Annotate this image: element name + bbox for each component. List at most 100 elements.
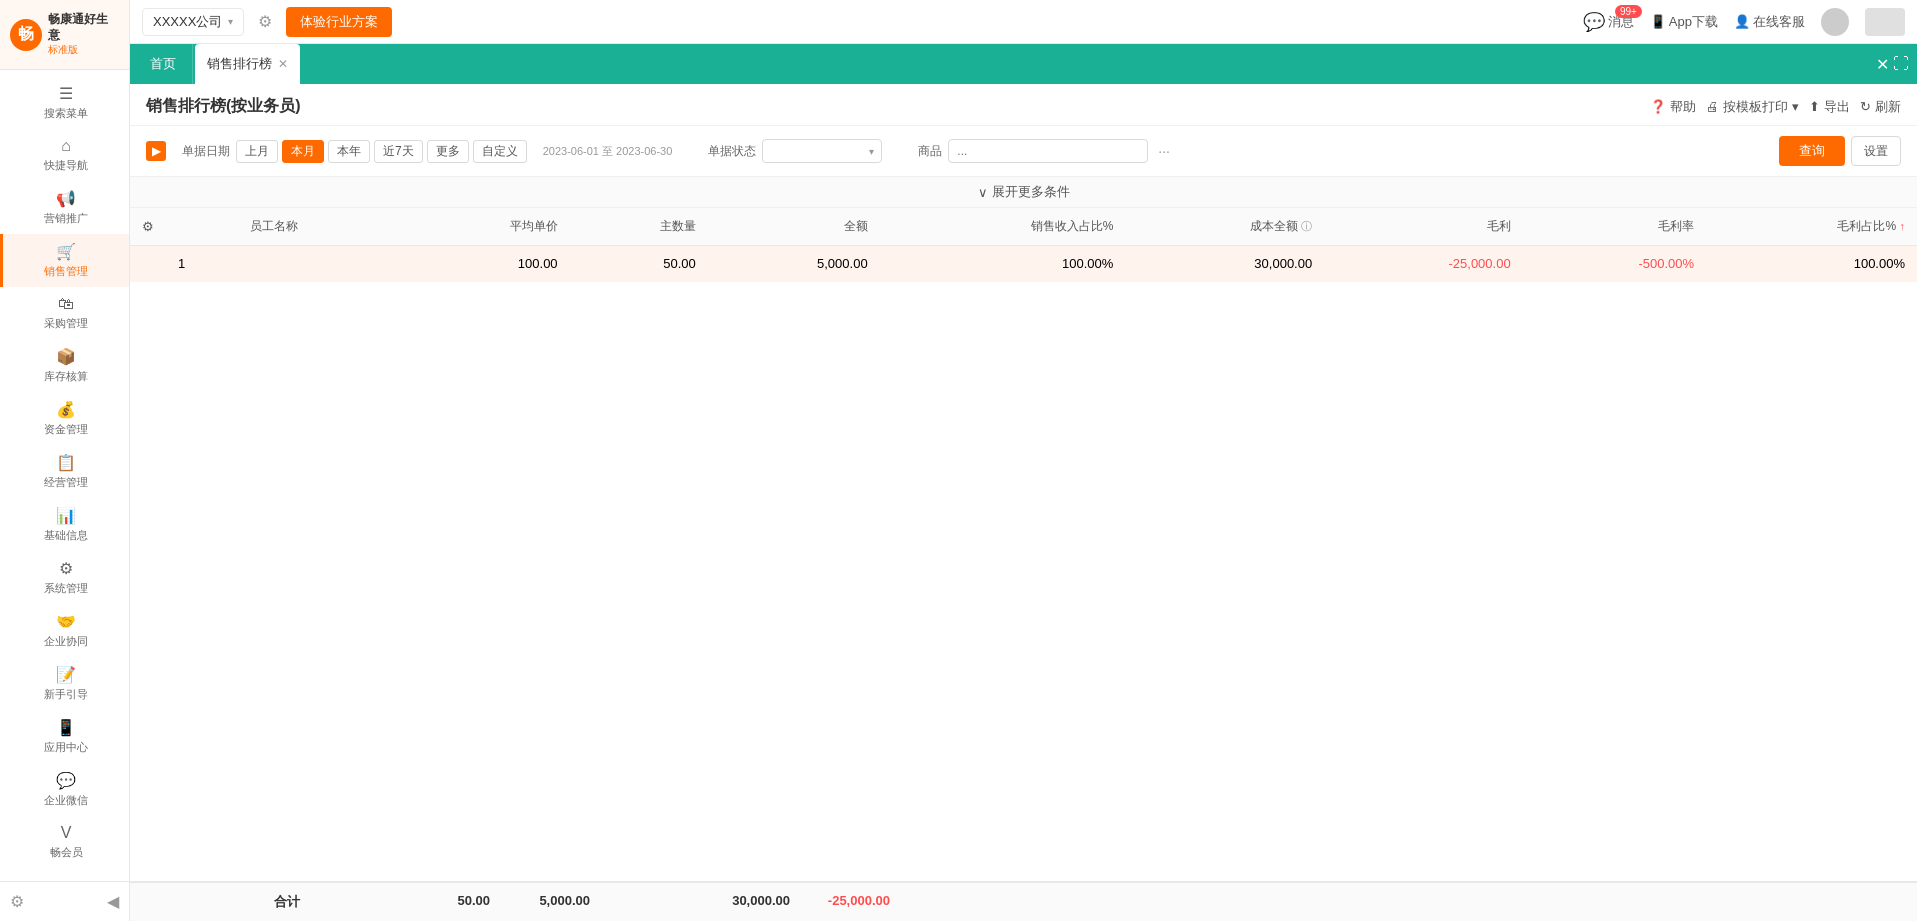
sidebar: 畅 畅康通好生意 标准版 ☰ 搜索菜单 ⌂ 快捷导航 📢 营销推广 🛒 销售管理… bbox=[0, 0, 130, 921]
enterprise-label: 企业协同 bbox=[44, 634, 88, 649]
filter-bar: ▶ 单据日期 上月 本月 本年 近7天 更多 自定义 2023-06-01 至 … bbox=[130, 126, 1917, 177]
topbar-right: 💬 消息 99+ 📱 App下载 👤 在线客服 bbox=[1583, 8, 1905, 36]
enterprise-icon: 🤝 bbox=[56, 612, 76, 631]
filter-status-select-wrap bbox=[762, 139, 882, 163]
tab-close-icon[interactable]: ✕ bbox=[278, 57, 288, 71]
sidebar-item-apps[interactable]: 📱 应用中心 bbox=[0, 710, 129, 763]
filter-this-year-btn[interactable]: 本年 bbox=[328, 140, 370, 163]
expand-more-button[interactable]: ∨ 展开更多条件 bbox=[978, 183, 1070, 201]
footer-cost-amount: 30,000.00 bbox=[702, 893, 802, 911]
sidebar-settings-icon[interactable]: ⚙ bbox=[10, 892, 24, 911]
help-button[interactable]: ❓ 帮助 bbox=[1650, 98, 1696, 116]
td-profit-rate: -500.00% bbox=[1523, 246, 1706, 282]
td-profit: -25,000.00 bbox=[1324, 246, 1522, 282]
message-button[interactable]: 💬 消息 99+ bbox=[1583, 11, 1634, 33]
filter-7days-btn[interactable]: 近7天 bbox=[374, 140, 423, 163]
filter-status-select[interactable] bbox=[762, 139, 882, 163]
app-download-button[interactable]: 📱 App下载 bbox=[1650, 13, 1718, 31]
sidebar-item-guide[interactable]: 📝 新手引导 bbox=[0, 657, 129, 710]
expand-icon: ∨ bbox=[978, 185, 988, 200]
sidebar-item-finance[interactable]: 💰 资金管理 bbox=[0, 392, 129, 445]
footer-label-text: 合计 bbox=[262, 893, 342, 911]
sidebar-item-purchase[interactable]: 🛍 采购管理 bbox=[0, 287, 129, 339]
filter-goods-more-icon[interactable]: ··· bbox=[1158, 143, 1170, 159]
page-header: 销售排行榜(按业务员) ❓ 帮助 🖨 按模板打印 ▾ ⬆ 导出 bbox=[130, 84, 1917, 126]
sidebar-item-basic[interactable]: 📊 基础信息 bbox=[0, 498, 129, 551]
tabbar-fullscreen-button[interactable]: ⛶ bbox=[1893, 55, 1909, 73]
logo-icon: 畅 bbox=[10, 19, 42, 51]
sales-label: 销售管理 bbox=[44, 264, 88, 279]
basic-icon: 📊 bbox=[56, 506, 76, 525]
sidebar-item-search[interactable]: ☰ 搜索菜单 bbox=[0, 76, 129, 129]
sidebar-item-enterprise[interactable]: 🤝 企业协同 bbox=[0, 604, 129, 657]
tab-home[interactable]: 首页 bbox=[134, 44, 193, 84]
settings-button[interactable]: 设置 bbox=[1851, 136, 1901, 166]
filter-last-month-btn[interactable]: 上月 bbox=[236, 140, 278, 163]
tabbar-close-button[interactable]: ✕ bbox=[1876, 55, 1889, 74]
purchase-label: 采购管理 bbox=[44, 316, 88, 331]
inventory-icon: 📦 bbox=[56, 347, 76, 366]
content-area: 销售排行榜(按业务员) ❓ 帮助 🖨 按模板打印 ▾ ⬆ 导出 bbox=[130, 84, 1917, 921]
tab-sales-ranking[interactable]: 销售排行榜 ✕ bbox=[195, 44, 300, 84]
online-service-button[interactable]: 👤 在线客服 bbox=[1734, 13, 1805, 31]
filter-custom-btn[interactable]: 自定义 bbox=[473, 140, 527, 163]
help-icon: ❓ bbox=[1650, 99, 1666, 114]
topbar-gear-icon[interactable]: ⚙ bbox=[254, 8, 276, 35]
filter-status-group: 单据状态 bbox=[708, 139, 882, 163]
filter-date-range-group: 2023-06-01 至 2023-06-30 bbox=[543, 144, 673, 159]
basic-label: 基础信息 bbox=[44, 528, 88, 543]
search-label: 搜索菜单 bbox=[44, 106, 88, 121]
logo-text: 畅康通好生意 标准版 bbox=[48, 12, 119, 57]
filter-arrow-icon[interactable]: ▶ bbox=[146, 141, 166, 161]
print-button[interactable]: 🖨 按模板打印 ▾ bbox=[1706, 98, 1799, 116]
table-settings-icon[interactable]: ⚙ bbox=[142, 219, 154, 234]
td-amount: 5,000.00 bbox=[708, 246, 880, 282]
refresh-button[interactable]: ↻ 刷新 bbox=[1860, 98, 1901, 116]
user-avatar[interactable] bbox=[1821, 8, 1849, 36]
sidebar-item-marketing[interactable]: 📢 营销推广 bbox=[0, 181, 129, 234]
export-button[interactable]: ⬆ 导出 bbox=[1809, 98, 1850, 116]
page: 销售排行榜(按业务员) ❓ 帮助 🖨 按模板打印 ▾ ⬆ 导出 bbox=[130, 84, 1917, 921]
sidebar-item-operations[interactable]: 📋 经营管理 bbox=[0, 445, 129, 498]
service-label: 在线客服 bbox=[1753, 13, 1805, 31]
query-button[interactable]: 查询 bbox=[1779, 136, 1845, 166]
filter-more-btn[interactable]: 更多 bbox=[427, 140, 469, 163]
sidebar-item-system[interactable]: ⚙ 系统管理 bbox=[0, 551, 129, 604]
marketing-icon: 📢 bbox=[56, 189, 76, 208]
th-amount: 全额 bbox=[708, 208, 880, 246]
table-container: ⚙ 员工名称 平均单价 主数量 全额 销售收入占比% 成本全额 ⓘ 毛利 bbox=[130, 208, 1917, 881]
apps-label: 应用中心 bbox=[44, 740, 88, 755]
message-icon: 💬 bbox=[1583, 11, 1605, 33]
page-title: 销售排行榜(按业务员) bbox=[146, 96, 301, 117]
service-icon: 👤 bbox=[1734, 14, 1750, 29]
td-settings bbox=[130, 246, 166, 282]
sales-ranking-table: ⚙ 员工名称 平均单价 主数量 全额 销售收入占比% 成本全额 ⓘ 毛利 bbox=[130, 208, 1917, 282]
app-label: App下载 bbox=[1669, 13, 1718, 31]
company-selector[interactable]: XXXXX公司 ▾ bbox=[142, 8, 244, 36]
finance-label: 资金管理 bbox=[44, 422, 88, 437]
cost-info-icon[interactable]: ⓘ bbox=[1301, 220, 1312, 232]
footer-profit: -25,000.00 bbox=[802, 893, 902, 911]
app-icon: 📱 bbox=[1650, 14, 1666, 29]
print-dropdown-icon: ▾ bbox=[1792, 99, 1799, 114]
footer-profit-ratio bbox=[1002, 893, 1102, 911]
footer-amount: 5,000.00 bbox=[502, 893, 602, 911]
sidebar-item-sales[interactable]: 🛒 销售管理 bbox=[0, 234, 129, 287]
filter-this-month-btn[interactable]: 本月 bbox=[282, 140, 324, 163]
sidebar-item-member[interactable]: V 畅会员 bbox=[0, 816, 129, 868]
marketing-label: 营销推广 bbox=[44, 211, 88, 226]
sidebar-item-inventory[interactable]: 📦 库存核算 bbox=[0, 339, 129, 392]
guide-icon: 📝 bbox=[56, 665, 76, 684]
trial-button[interactable]: 体验行业方案 bbox=[286, 7, 392, 37]
filter-toggle-icon[interactable]: ▶ bbox=[146, 141, 166, 161]
operations-label: 经营管理 bbox=[44, 475, 88, 490]
sidebar-item-shortcuts[interactable]: ⌂ 快捷导航 bbox=[0, 129, 129, 181]
th-settings[interactable]: ⚙ bbox=[130, 208, 166, 246]
operations-icon: 📋 bbox=[56, 453, 76, 472]
sidebar-footer: ⚙ ◀ bbox=[0, 881, 129, 921]
wechat-icon: 💬 bbox=[56, 771, 76, 790]
main-area: XXXXX公司 ▾ ⚙ 体验行业方案 💬 消息 99+ 📱 App下载 👤 在线… bbox=[130, 0, 1917, 921]
filter-goods-input[interactable] bbox=[948, 139, 1148, 163]
sidebar-item-wechat[interactable]: 💬 企业微信 bbox=[0, 763, 129, 816]
sidebar-collapse-icon[interactable]: ◀ bbox=[107, 892, 119, 911]
